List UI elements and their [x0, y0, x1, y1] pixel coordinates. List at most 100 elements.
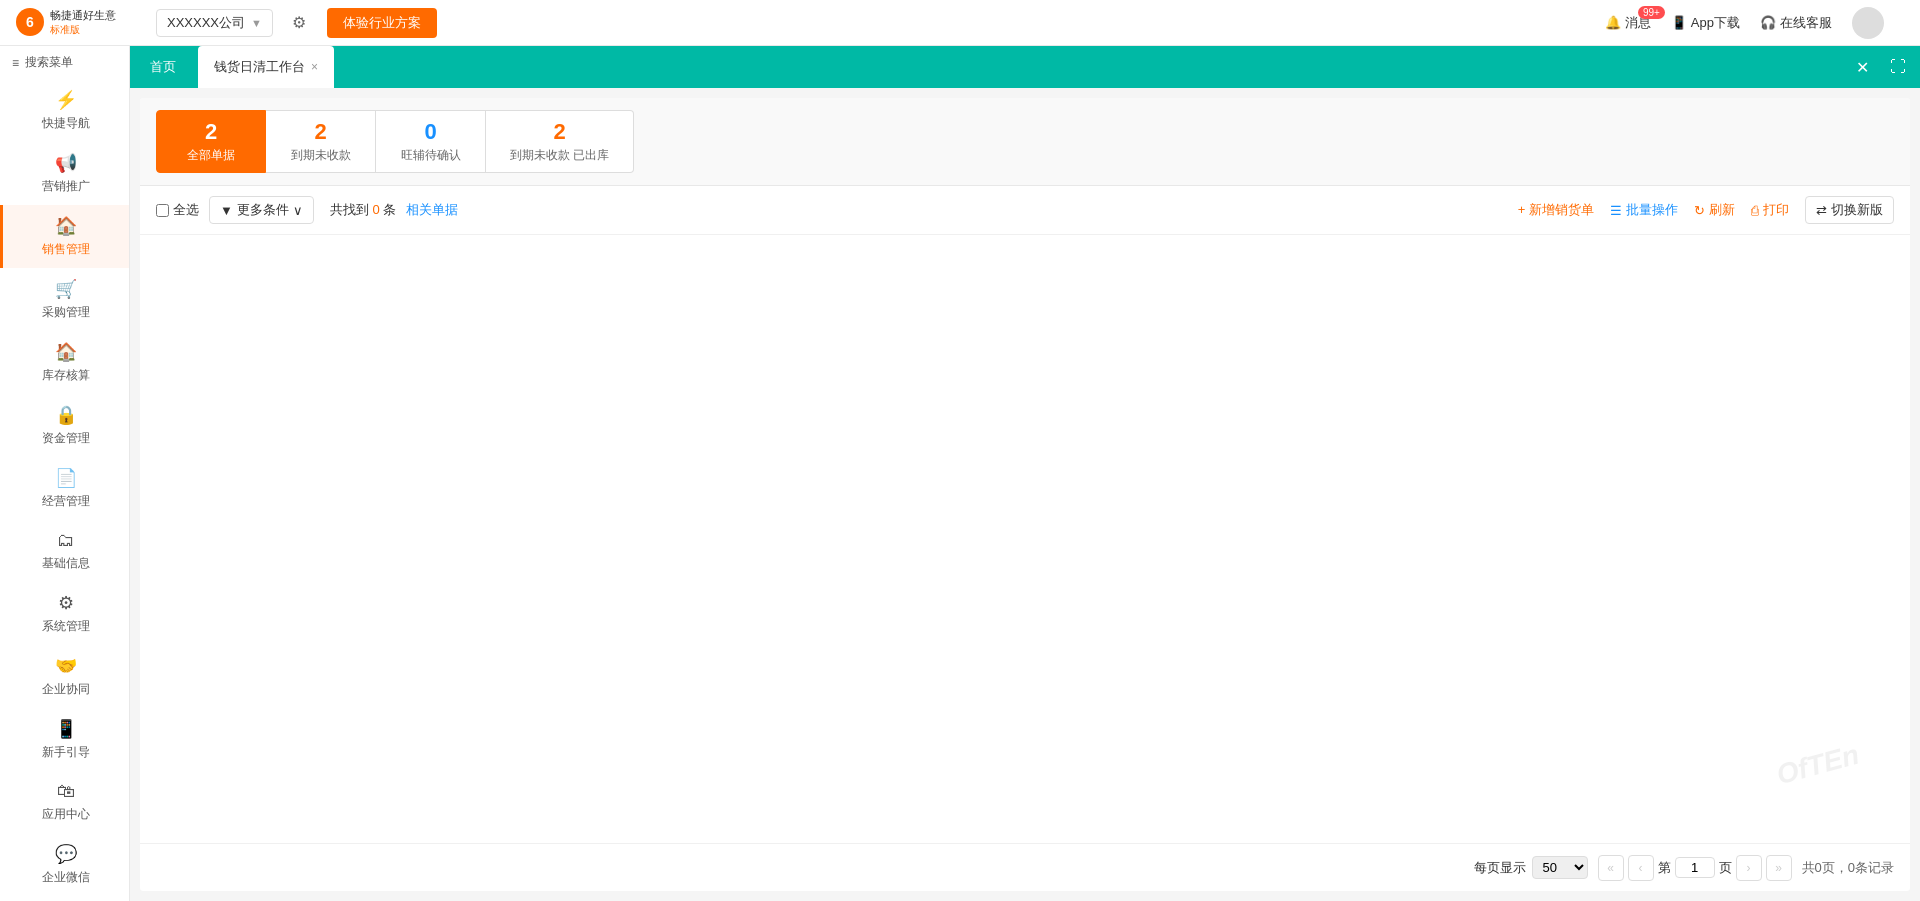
next-page-button[interactable]: › [1736, 855, 1762, 881]
sidebar-item-system[interactable]: ⚙系统管理 [0, 582, 129, 645]
toolbar-right: + 新增销货单 ☰ 批量操作 ↻ 刷新 ⎙ 打印 ⇄ [1518, 196, 1894, 224]
refresh-button[interactable]: ↻ 刷新 [1694, 201, 1735, 219]
message-badge: 99+ [1638, 6, 1665, 19]
tab-close-icon[interactable]: ✕ [1848, 53, 1876, 81]
switch-version-button[interactable]: ⇄ 切换新版 [1805, 196, 1894, 224]
sidebar-label-app-center: 应用中心 [42, 806, 90, 823]
found-num: 0 [373, 202, 380, 217]
online-service-button[interactable]: 🎧 在线客服 [1760, 14, 1832, 32]
add-order-button[interactable]: + 新增销货单 [1518, 201, 1594, 219]
stat-num-1: 2 [314, 119, 326, 145]
sidebar-item-quick-nav[interactable]: ⚡快捷导航 [0, 79, 129, 142]
sidebar-item-sales[interactable]: 🏠销售管理 [0, 205, 129, 268]
page-nav: « ‹ 第 页 › » [1598, 855, 1792, 881]
stat-tab-1[interactable]: 2 到期未收款 [266, 110, 376, 173]
sidebar-item-finance[interactable]: 🔒资金管理 [0, 394, 129, 457]
headset-icon: 🎧 [1760, 15, 1776, 30]
sidebar-item-basic-info[interactable]: 🗂基础信息 [0, 520, 129, 582]
sidebar-item-cooperation[interactable]: 🤝 企业协同 [0, 645, 129, 708]
switch-icon: ⇄ [1816, 203, 1827, 218]
sidebar-item-member[interactable]: ∨畅会员 [0, 896, 129, 901]
bell-icon: 🔔 [1605, 15, 1621, 30]
sidebar-item-app-center[interactable]: 🛍 应用中心 [0, 771, 129, 833]
sidebar-icon-app-center: 🛍 [57, 781, 75, 802]
sidebar-label-sales: 销售管理 [42, 241, 90, 258]
sidebar-item-operations[interactable]: 📄 经营管理 [0, 457, 129, 520]
stat-num-3: 2 [554, 119, 566, 145]
stat-tab-2[interactable]: 0 旺辅待确认 [376, 110, 486, 173]
related-link[interactable]: 相关单据 [406, 201, 458, 219]
stat-label-2: 旺辅待确认 [401, 147, 461, 164]
stat-num-2: 0 [424, 119, 436, 145]
app-download-label: App下载 [1691, 14, 1740, 32]
sidebar: ≡ 搜索菜单 ⚡快捷导航📢营销推广🏠销售管理🛒采购管理🏠库存核算🔒资金管理📄经营… [0, 46, 130, 901]
industry-btn[interactable]: 体验行业方案 [327, 8, 437, 38]
sidebar-icon-finance: 🔒 [55, 404, 77, 426]
stat-tab-3[interactable]: 2到期未收款 已出库 [486, 110, 634, 173]
sidebar-label-quick-nav: 快捷导航 [42, 115, 90, 132]
avatar[interactable] [1852, 7, 1884, 39]
settings-button[interactable]: ⚙ [283, 7, 315, 39]
filter-button[interactable]: ▼ 更多条件 ∨ [209, 196, 314, 224]
sidebar-label-marketing: 营销推广 [42, 178, 90, 195]
mobile-icon: 📱 [1671, 15, 1687, 30]
sidebar-label-wechat: 企业微信 [42, 869, 90, 886]
select-all-checkbox[interactable]: 全选 [156, 201, 199, 219]
logo-text: 畅捷通好生意 标准版 [50, 8, 116, 36]
sidebar-item-guide[interactable]: 📱 新手引导 [0, 708, 129, 771]
checkbox-input[interactable] [156, 204, 169, 217]
tab-expand-icon[interactable]: ⛶ [1884, 53, 1912, 81]
page-input[interactable] [1675, 857, 1715, 878]
content-area: 首页 钱货日清工作台 × ✕ ⛶ 2全部单据2到期未收款0旺辅待确认2到期未收款… [130, 46, 1920, 901]
sidebar-icon-guide: 📱 [55, 718, 77, 740]
main-layout: ≡ 搜索菜单 ⚡快捷导航📢营销推广🏠销售管理🛒采购管理🏠库存核算🔒资金管理📄经营… [0, 46, 1920, 901]
page-of-label: 页 [1719, 859, 1732, 877]
sidebar-icon-cooperation: 🤝 [55, 655, 77, 677]
total-info: 共0页，0条记录 [1802, 859, 1894, 877]
sidebar-item-purchase[interactable]: 🛒采购管理 [0, 268, 129, 331]
switch-label: 切换新版 [1831, 201, 1883, 219]
company-name: XXXXXX公司 [167, 14, 245, 32]
tab-close-button[interactable]: × [311, 60, 318, 74]
company-dropdown-icon: ▼ [251, 17, 262, 29]
stat-label-1: 到期未收款 [291, 147, 351, 164]
search-menu-label: 搜索菜单 [25, 54, 73, 71]
sidebar-item-inventory[interactable]: 🏠库存核算 [0, 331, 129, 394]
sidebar-item-wechat[interactable]: 💬 企业微信 [0, 833, 129, 896]
home-tab[interactable]: 首页 [130, 46, 196, 88]
sidebar-label-basic-info: 基础信息 [42, 555, 90, 572]
last-page-button[interactable]: » [1766, 855, 1792, 881]
sidebar-label-guide: 新手引导 [42, 744, 90, 761]
search-menu-item[interactable]: ≡ 搜索菜单 [0, 46, 129, 79]
top-header: 6 畅捷通好生意 标准版 XXXXXX公司 ▼ ⚙ 体验行业方案 🔔 消息 99… [0, 0, 1920, 46]
app-download-button[interactable]: 📱 App下载 [1671, 14, 1740, 32]
filter-icon: ▼ [220, 203, 233, 218]
sidebar-label-operations: 经营管理 [42, 493, 90, 510]
sidebar-item-marketing[interactable]: 📢营销推广 [0, 142, 129, 205]
sidebar-items: ⚡快捷导航📢营销推广🏠销售管理🛒采购管理🏠库存核算🔒资金管理📄经营管理🗂基础信息… [0, 79, 129, 901]
prev-page-button[interactable]: ‹ [1628, 855, 1654, 881]
batch-label: 批量操作 [1626, 201, 1678, 219]
stat-num-0: 2 [205, 119, 217, 145]
logo-area: 6 畅捷通好生意 标准版 [16, 8, 146, 36]
sidebar-icon-operations: 📄 [55, 467, 77, 489]
sidebar-icon-purchase: 🛒 [55, 278, 77, 300]
per-page-dropdown[interactable]: 10 20 50 100 [1532, 856, 1588, 879]
sidebar-label-cooperation: 企业协同 [42, 681, 90, 698]
sidebar-icon-inventory: 🏠 [55, 341, 77, 363]
sidebar-icon-wechat: 💬 [55, 843, 77, 865]
workbench-tab[interactable]: 钱货日清工作台 × [198, 46, 334, 88]
per-page-label: 每页显示 [1474, 859, 1526, 877]
stat-tab-0[interactable]: 2全部单据 [156, 110, 266, 173]
app-tag: 标准版 [50, 23, 116, 37]
page-size-select: 每页显示 10 20 50 100 [1474, 856, 1588, 879]
message-button[interactable]: 🔔 消息 99+ [1605, 14, 1651, 32]
company-selector[interactable]: XXXXXX公司 ▼ [156, 9, 273, 37]
found-unit: 条 [383, 202, 396, 217]
batch-operation-button[interactable]: ☰ 批量操作 [1610, 201, 1678, 219]
first-page-button[interactable]: « [1598, 855, 1624, 881]
menu-icon: ≡ [12, 56, 19, 70]
print-button[interactable]: ⎙ 打印 [1751, 201, 1789, 219]
refresh-icon: ↻ [1694, 203, 1705, 218]
found-prefix: 共找到 [330, 202, 369, 217]
